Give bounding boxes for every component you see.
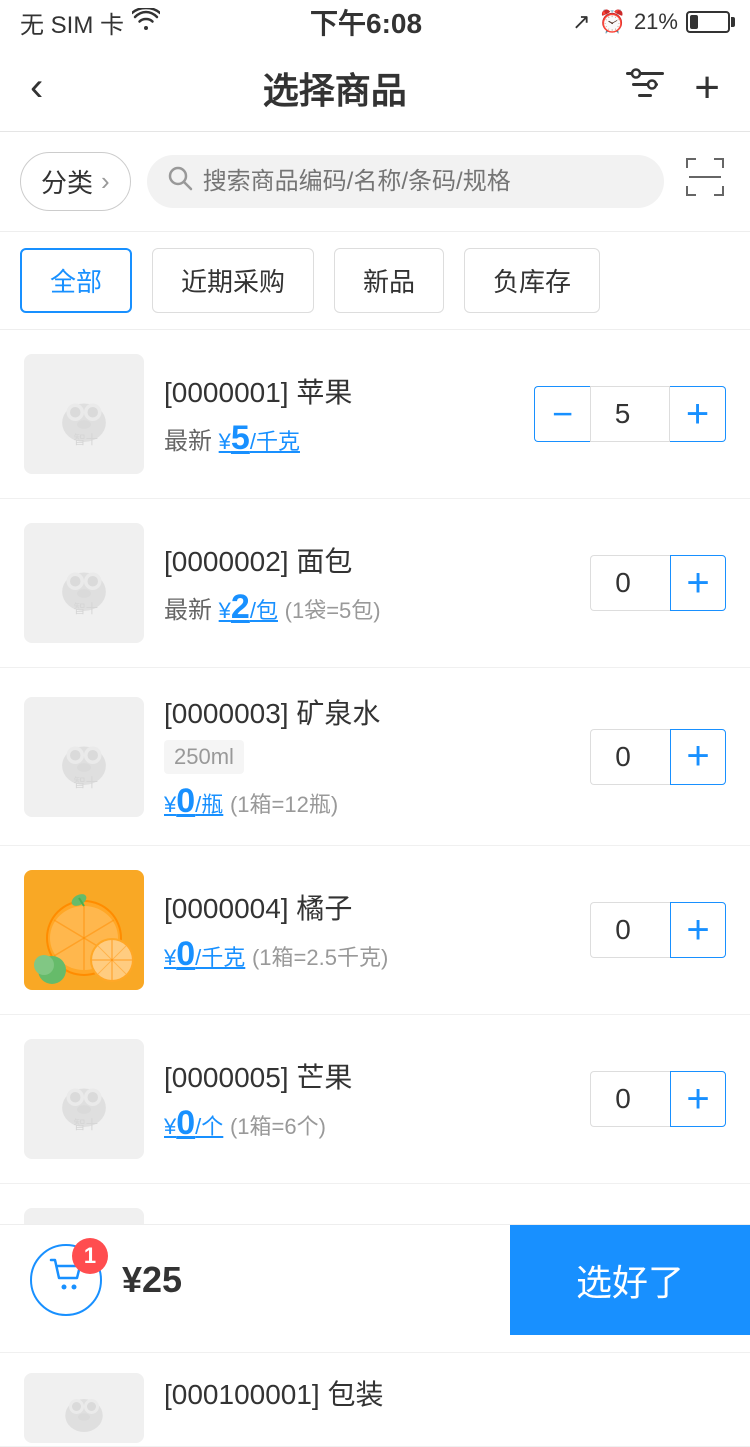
bottom-bar: 1 ¥25 选好了 [0, 1224, 750, 1334]
svg-text:智十: 智十 [74, 1117, 99, 1132]
location-icon: ↗ [572, 9, 590, 35]
quantity-input[interactable] [590, 902, 670, 958]
product-price: ¥0/千克 (1箱=2.5千克) [164, 935, 570, 974]
svg-text:智十: 智十 [74, 601, 99, 616]
nav-bar: ‹ 选择商品 + [0, 44, 750, 132]
product-thumbnail: 智十 [24, 1039, 144, 1159]
tab-negative[interactable]: 负库存 [464, 248, 600, 313]
quantity-input[interactable] [590, 555, 670, 611]
status-right: ↗ ⏰ 21% [572, 9, 730, 35]
product-price: 最新 ¥2/包 (1袋=5包) [164, 588, 570, 627]
svg-text:智十: 智十 [74, 432, 99, 447]
increase-button[interactable]: + [670, 555, 726, 611]
quantity-input[interactable] [590, 729, 670, 785]
product-spec: 250ml [164, 740, 244, 774]
cart-button[interactable]: 1 [30, 1244, 102, 1316]
carrier-label: 无 SIM 卡 [20, 5, 124, 40]
tab-all[interactable]: 全部 [20, 248, 132, 313]
filter-bar: 分类 › [0, 132, 750, 232]
decrease-button[interactable]: − [534, 386, 590, 442]
svg-text:智十: 智十 [74, 774, 99, 789]
product-price: 最新 ¥5/千克 [164, 419, 514, 458]
battery-percent: 21% [634, 9, 678, 35]
list-item: 智十 [0000002] 面包 最新 ¥2/包 (1袋=5包) + [0, 499, 750, 668]
product-name: [0000001] 苹果 [164, 371, 514, 411]
product-name: [0000005] 芒果 [164, 1056, 570, 1096]
search-icon [167, 165, 193, 198]
confirm-button[interactable]: 选好了 [510, 1225, 750, 1335]
increase-button[interactable]: + [670, 729, 726, 785]
product-info: [0000001] 苹果 最新 ¥5/千克 [164, 371, 514, 458]
quantity-control: − + [534, 386, 726, 442]
tabs-bar: 全部 近期采购 新品 负库存 [0, 232, 750, 330]
quantity-control: + [590, 902, 726, 958]
product-thumbnail: 智十 [24, 697, 144, 817]
product-info: [000100001] 包装 [164, 1373, 726, 1413]
tab-recent[interactable]: 近期采购 [152, 248, 314, 313]
product-info: [0000002] 面包 最新 ¥2/包 (1袋=5包) [164, 540, 570, 627]
filter-icon[interactable] [626, 67, 664, 109]
category-button[interactable]: 分类 › [20, 152, 131, 211]
increase-button[interactable]: + [670, 386, 726, 442]
product-thumbnail: 智十 [24, 354, 144, 474]
alarm-icon: ⏰ [599, 9, 626, 35]
quantity-control: + [590, 555, 726, 611]
increase-button[interactable]: + [670, 1071, 726, 1127]
product-name: [0000004] 橘子 [164, 887, 570, 927]
status-time: 下午6:08 [310, 2, 422, 42]
search-input[interactable] [203, 168, 644, 196]
cart-section: 1 ¥25 [0, 1244, 510, 1316]
product-price: ¥0/个 (1箱=6个) [164, 1104, 570, 1143]
status-bar: 无 SIM 卡 下午6:08 ↗ ⏰ 21% [0, 0, 750, 44]
list-item: 智十 [0000005] 芒果 ¥0/个 (1箱=6个) + [0, 1015, 750, 1184]
product-thumbnail [24, 870, 144, 990]
list-item: 智十 [0000003] 矿泉水 250ml ¥0/瓶 (1箱=12瓶) + [0, 668, 750, 846]
product-info: [0000004] 橘子 ¥0/千克 (1箱=2.5千克) [164, 887, 570, 974]
increase-button[interactable]: + [670, 902, 726, 958]
search-box [147, 155, 664, 208]
list-item: [0000004] 橘子 ¥0/千克 (1箱=2.5千克) + [0, 846, 750, 1015]
product-price: ¥0/瓶 (1箱=12瓶) [164, 782, 570, 821]
category-label: 分类 [41, 163, 93, 200]
product-name: [0000002] 面包 [164, 540, 570, 580]
product-name: [000100001] 包装 [164, 1373, 726, 1413]
product-thumbnail [24, 1373, 144, 1443]
status-left: 无 SIM 卡 [20, 5, 160, 40]
back-button[interactable]: ‹ [30, 65, 43, 110]
chevron-icon: › [101, 166, 110, 197]
list-item: [000100001] 包装 [0, 1353, 750, 1447]
quantity-control: + [590, 1071, 726, 1127]
nav-actions: + [626, 66, 720, 110]
product-info: [0000005] 芒果 ¥0/个 (1箱=6个) [164, 1056, 570, 1143]
cart-badge: 1 [72, 1238, 108, 1274]
product-name: [0000003] 矿泉水 [164, 692, 570, 732]
scan-button[interactable] [680, 152, 730, 211]
wifi-icon [132, 8, 160, 37]
product-thumbnail: 智十 [24, 523, 144, 643]
add-button[interactable]: + [694, 66, 720, 110]
quantity-input[interactable] [590, 386, 670, 442]
quantity-input[interactable] [590, 1071, 670, 1127]
cart-total: ¥25 [122, 1259, 182, 1301]
list-item: 智十 [0000001] 苹果 最新 ¥5/千克 − + [0, 330, 750, 499]
tab-new[interactable]: 新品 [334, 248, 444, 313]
quantity-control: + [590, 729, 726, 785]
product-info: [0000003] 矿泉水 250ml ¥0/瓶 (1箱=12瓶) [164, 692, 570, 821]
battery-icon [686, 11, 730, 33]
page-title: 选择商品 [263, 62, 407, 114]
